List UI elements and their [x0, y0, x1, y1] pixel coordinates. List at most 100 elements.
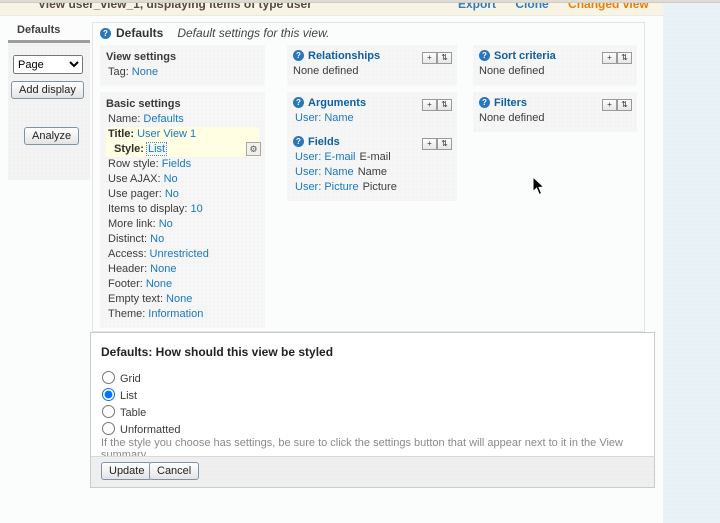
- radio-row-grid: Grid: [102, 371, 141, 385]
- setting-value-link[interactable]: 10: [190, 203, 202, 215]
- field-suffix: Name: [358, 166, 387, 178]
- section-title-relationships[interactable]: Relationships: [308, 50, 380, 62]
- setting-value-link[interactable]: Information: [148, 308, 203, 320]
- add-icon[interactable]: +: [602, 52, 617, 64]
- setting-value-link[interactable]: None: [150, 263, 176, 275]
- setting-row-header: Header:None: [106, 262, 259, 277]
- cancel-button[interactable]: Cancel: [149, 462, 199, 480]
- setting-label: Use pager:: [108, 188, 162, 200]
- setting-row-rowstyle: Row style:Fields: [106, 157, 259, 172]
- add-icon[interactable]: +: [422, 138, 437, 150]
- add-icon[interactable]: +: [422, 52, 437, 64]
- basic-settings-title: Basic settings: [106, 96, 259, 112]
- analyze-button[interactable]: Analyze: [24, 127, 79, 145]
- section-title-fields[interactable]: Fields: [308, 136, 340, 148]
- fields-header: ? Fields +⇅: [293, 135, 451, 150]
- summary-heading: ?DefaultsDefault settings for this view.: [100, 26, 329, 40]
- help-icon[interactable]: ?: [100, 28, 111, 39]
- arguments-header: ? Arguments +⇅: [293, 96, 451, 111]
- export-link[interactable]: Export: [458, 3, 496, 11]
- clone-link[interactable]: Clone: [515, 3, 548, 11]
- field-link[interactable]: User: Picture: [295, 181, 359, 193]
- setting-label: Row style:: [108, 158, 159, 170]
- setting-label: Header:: [108, 263, 147, 275]
- setting-label: Footer:: [108, 278, 143, 290]
- tag-label: Tag:: [108, 66, 129, 78]
- filters-box: ? Filters +⇅ None defined: [473, 92, 637, 132]
- setting-row-items: Items to display:10: [106, 202, 259, 217]
- radio-unformatted[interactable]: [102, 422, 115, 435]
- field-link[interactable]: User: Name: [295, 166, 354, 178]
- radio-table[interactable]: [102, 405, 115, 418]
- setting-value-link[interactable]: No: [150, 233, 164, 245]
- style-form: Defaults: How should this view be styled…: [90, 332, 655, 488]
- field-link[interactable]: User: E-mail: [295, 151, 356, 163]
- radio-table-label: Table: [120, 407, 146, 419]
- add-icon[interactable]: +: [602, 99, 617, 111]
- update-button[interactable]: Update: [101, 462, 152, 480]
- add-display-button[interactable]: Add display: [11, 81, 84, 99]
- radio-list[interactable]: [102, 388, 115, 401]
- rearrange-icon[interactable]: ⇅: [437, 52, 452, 64]
- setting-label: Access:: [108, 248, 147, 260]
- field-item: User: PicturePicture: [293, 180, 451, 195]
- argument-item: User: Name: [293, 111, 451, 126]
- summary-heading-label: Defaults: [116, 26, 163, 40]
- section-title-arguments[interactable]: Arguments: [308, 97, 366, 109]
- setting-label: Items to display:: [108, 203, 187, 215]
- argument-link[interactable]: User: Name: [295, 112, 354, 124]
- radio-list-label: List: [120, 390, 137, 402]
- tag-row: Tag:None: [106, 65, 259, 80]
- page-background-strip: [663, 3, 720, 523]
- rearrange-icon[interactable]: ⇅: [437, 138, 452, 150]
- setting-value-link[interactable]: Defaults: [143, 113, 183, 125]
- sort-criteria-header: ? Sort criteria +⇅: [479, 49, 631, 64]
- setting-value-link[interactable]: User View 1: [137, 128, 196, 140]
- setting-label: Name:: [108, 113, 140, 125]
- setting-value-link[interactable]: No: [164, 173, 178, 185]
- changed-view-link[interactable]: Changed view: [568, 3, 649, 11]
- form-actions: Update Cancel: [91, 456, 654, 487]
- setting-value-link[interactable]: None: [146, 278, 172, 290]
- setting-label: Empty text:: [108, 293, 163, 305]
- setting-row-pager: Use pager:No: [106, 187, 259, 202]
- setting-value-link[interactable]: Unrestricted: [150, 248, 209, 260]
- tab-defaults[interactable]: Defaults: [8, 20, 90, 43]
- radio-grid[interactable]: [102, 371, 115, 384]
- setting-label: Theme:: [108, 308, 145, 320]
- help-icon[interactable]: ?: [293, 136, 304, 147]
- radio-unformatted-label: Unformatted: [120, 424, 181, 436]
- radio-row-table: Table: [102, 405, 146, 419]
- section-title-filters[interactable]: Filters: [494, 97, 527, 109]
- section-title-sort-criteria[interactable]: Sort criteria: [494, 50, 556, 62]
- relationships-header: ? Relationships +⇅: [293, 49, 451, 64]
- relationships-empty: None defined: [293, 64, 451, 79]
- setting-row-style: Style:List ⚙: [106, 142, 259, 157]
- rearrange-icon[interactable]: ⇅: [437, 99, 452, 111]
- help-icon[interactable]: ?: [479, 50, 490, 61]
- arguments-box: ? Arguments +⇅ User: Name: [287, 92, 457, 132]
- setting-value-link[interactable]: No: [165, 188, 179, 200]
- setting-value-link[interactable]: List: [147, 143, 166, 155]
- style-settings-button[interactable]: ⚙: [246, 142, 261, 156]
- setting-value-link[interactable]: No: [159, 218, 173, 230]
- help-icon[interactable]: ?: [479, 97, 490, 108]
- rearrange-icon[interactable]: ⇅: [617, 99, 632, 111]
- display-type-select[interactable]: Page: [13, 55, 83, 74]
- add-icon[interactable]: +: [422, 99, 437, 111]
- setting-row-theme: Theme:Information: [106, 307, 259, 322]
- tag-value-link[interactable]: None: [132, 66, 158, 78]
- rearrange-icon[interactable]: ⇅: [617, 52, 632, 64]
- setting-row-access: Access:Unrestricted: [106, 247, 259, 262]
- setting-row-title: Title:User View 1: [106, 127, 259, 142]
- setting-row-ajax: Use AJAX:No: [106, 172, 259, 187]
- filters-empty: None defined: [479, 111, 631, 126]
- page-title: View user_view_1, displaying items of ty…: [38, 3, 312, 11]
- setting-row-empty: Empty text:None: [106, 292, 259, 307]
- setting-value-link[interactable]: None: [166, 293, 192, 305]
- help-icon[interactable]: ?: [293, 50, 304, 61]
- gear-icon: ⚙: [249, 144, 257, 154]
- help-icon[interactable]: ?: [293, 97, 304, 108]
- setting-value-link[interactable]: Fields: [162, 158, 191, 170]
- view-settings-box: View settings Tag:None: [100, 45, 265, 86]
